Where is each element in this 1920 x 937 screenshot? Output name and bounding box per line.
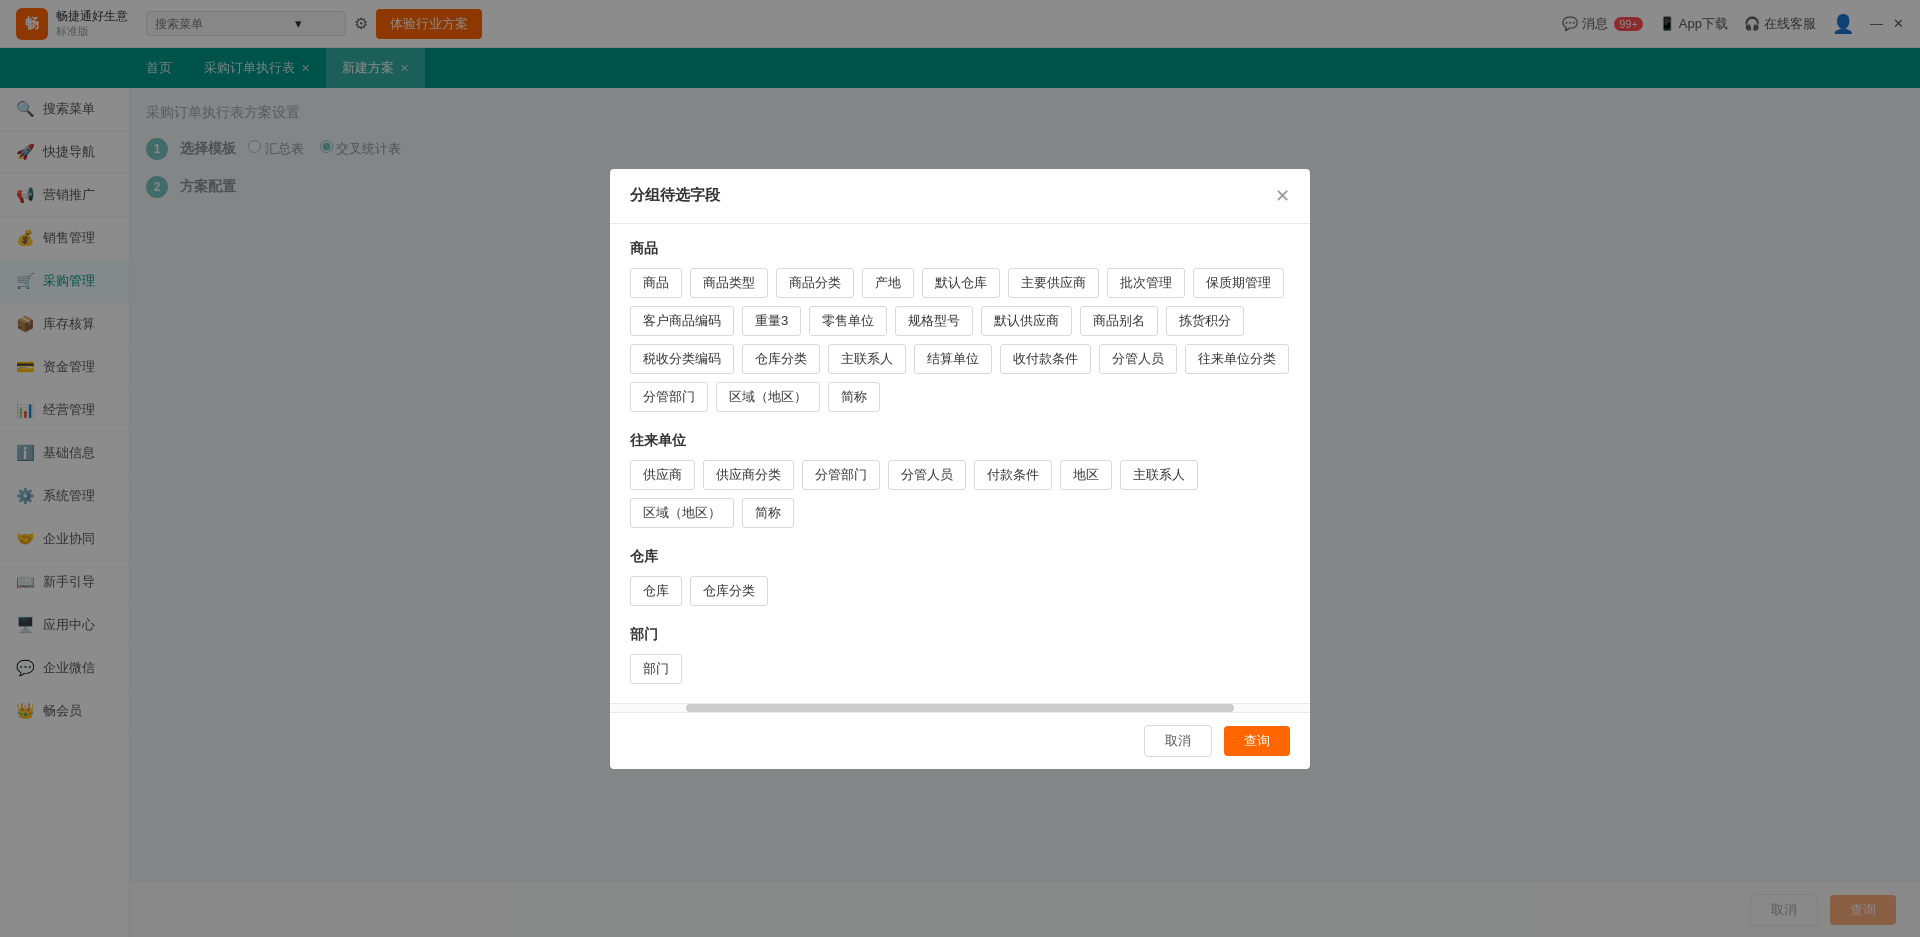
modal-body: 商品商品商品类型商品分类产地默认仓库主要供应商批次管理保质期管理客户商品编码重量…: [610, 224, 1310, 703]
section-warehouse: 仓库仓库仓库分类: [630, 548, 1290, 606]
field-tag[interactable]: 分管人员: [888, 460, 966, 490]
field-tag[interactable]: 商品类型: [690, 268, 768, 298]
field-tags-partner: 供应商供应商分类分管部门分管人员付款条件地区主联系人区域（地区） 简称: [630, 460, 1290, 528]
section-title-department: 部门: [630, 626, 1290, 644]
field-tag[interactable]: 仓库分类: [690, 576, 768, 606]
field-tag[interactable]: 仓库分类: [742, 344, 820, 374]
modal-header: 分组待选字段 ✕: [610, 169, 1310, 224]
field-tag[interactable]: 地区: [1060, 460, 1112, 490]
field-tag[interactable]: 税收分类编码: [630, 344, 734, 374]
field-tag[interactable]: 商品: [630, 268, 682, 298]
field-tag[interactable]: 默认仓库: [922, 268, 1000, 298]
field-tag[interactable]: 简称: [742, 498, 794, 528]
field-tag[interactable]: 保质期管理: [1193, 268, 1284, 298]
field-tag[interactable]: 重量3: [742, 306, 801, 336]
field-tag[interactable]: 商品分类: [776, 268, 854, 298]
modal-footer: 取消 查询: [610, 712, 1310, 769]
modal-cancel-btn[interactable]: 取消: [1144, 725, 1212, 757]
field-tags-warehouse: 仓库仓库分类: [630, 576, 1290, 606]
field-tag[interactable]: 付款条件: [974, 460, 1052, 490]
field-tag[interactable]: 主要供应商: [1008, 268, 1099, 298]
field-tag[interactable]: 分管人员: [1099, 344, 1177, 374]
section-partner: 往来单位供应商供应商分类分管部门分管人员付款条件地区主联系人区域（地区） 简称: [630, 432, 1290, 528]
section-title-goods: 商品: [630, 240, 1290, 258]
field-tag[interactable]: 商品别名: [1080, 306, 1158, 336]
field-tag[interactable]: 规格型号: [895, 306, 973, 336]
field-tag[interactable]: 区域（地区）: [716, 382, 820, 412]
field-tag[interactable]: 零售单位: [809, 306, 887, 336]
field-tag[interactable]: 主联系人: [1120, 460, 1198, 490]
field-tag[interactable]: 产地: [862, 268, 914, 298]
modal-confirm-btn[interactable]: 查询: [1224, 726, 1290, 756]
field-tag[interactable]: 往来单位分类: [1185, 344, 1289, 374]
field-tag[interactable]: 部门: [630, 654, 682, 684]
field-tag[interactable]: 区域（地区）: [630, 498, 734, 528]
field-tag[interactable]: 供应商分类: [703, 460, 794, 490]
modal-close-btn[interactable]: ✕: [1275, 185, 1290, 207]
modal-hscroll[interactable]: [610, 703, 1310, 712]
section-department: 部门部门: [630, 626, 1290, 684]
field-tag[interactable]: 分管部门: [802, 460, 880, 490]
field-tag[interactable]: 默认供应商: [981, 306, 1072, 336]
field-tags-goods: 商品商品类型商品分类产地默认仓库主要供应商批次管理保质期管理客户商品编码重量3 零…: [630, 268, 1290, 412]
section-title-warehouse: 仓库: [630, 548, 1290, 566]
section-title-partner: 往来单位: [630, 432, 1290, 450]
field-tags-department: 部门: [630, 654, 1290, 684]
modal: 分组待选字段 ✕ 商品商品商品类型商品分类产地默认仓库主要供应商批次管理保质期管…: [610, 169, 1310, 769]
field-tag[interactable]: 供应商: [630, 460, 695, 490]
field-tag[interactable]: 简称: [828, 382, 880, 412]
field-tag[interactable]: 批次管理: [1107, 268, 1185, 298]
field-tag[interactable]: 仓库: [630, 576, 682, 606]
modal-title: 分组待选字段: [630, 186, 720, 205]
field-tag[interactable]: 分管部门: [630, 382, 708, 412]
section-goods: 商品商品商品类型商品分类产地默认仓库主要供应商批次管理保质期管理客户商品编码重量…: [630, 240, 1290, 412]
field-tag[interactable]: 客户商品编码: [630, 306, 734, 336]
field-tag[interactable]: 收付款条件: [1000, 344, 1091, 374]
modal-overlay: 分组待选字段 ✕ 商品商品商品类型商品分类产地默认仓库主要供应商批次管理保质期管…: [0, 0, 1920, 937]
hscroll-bar: [686, 704, 1233, 712]
field-tag[interactable]: 拣货积分: [1166, 306, 1244, 336]
field-tag[interactable]: 主联系人: [828, 344, 906, 374]
field-tag[interactable]: 结算单位: [914, 344, 992, 374]
